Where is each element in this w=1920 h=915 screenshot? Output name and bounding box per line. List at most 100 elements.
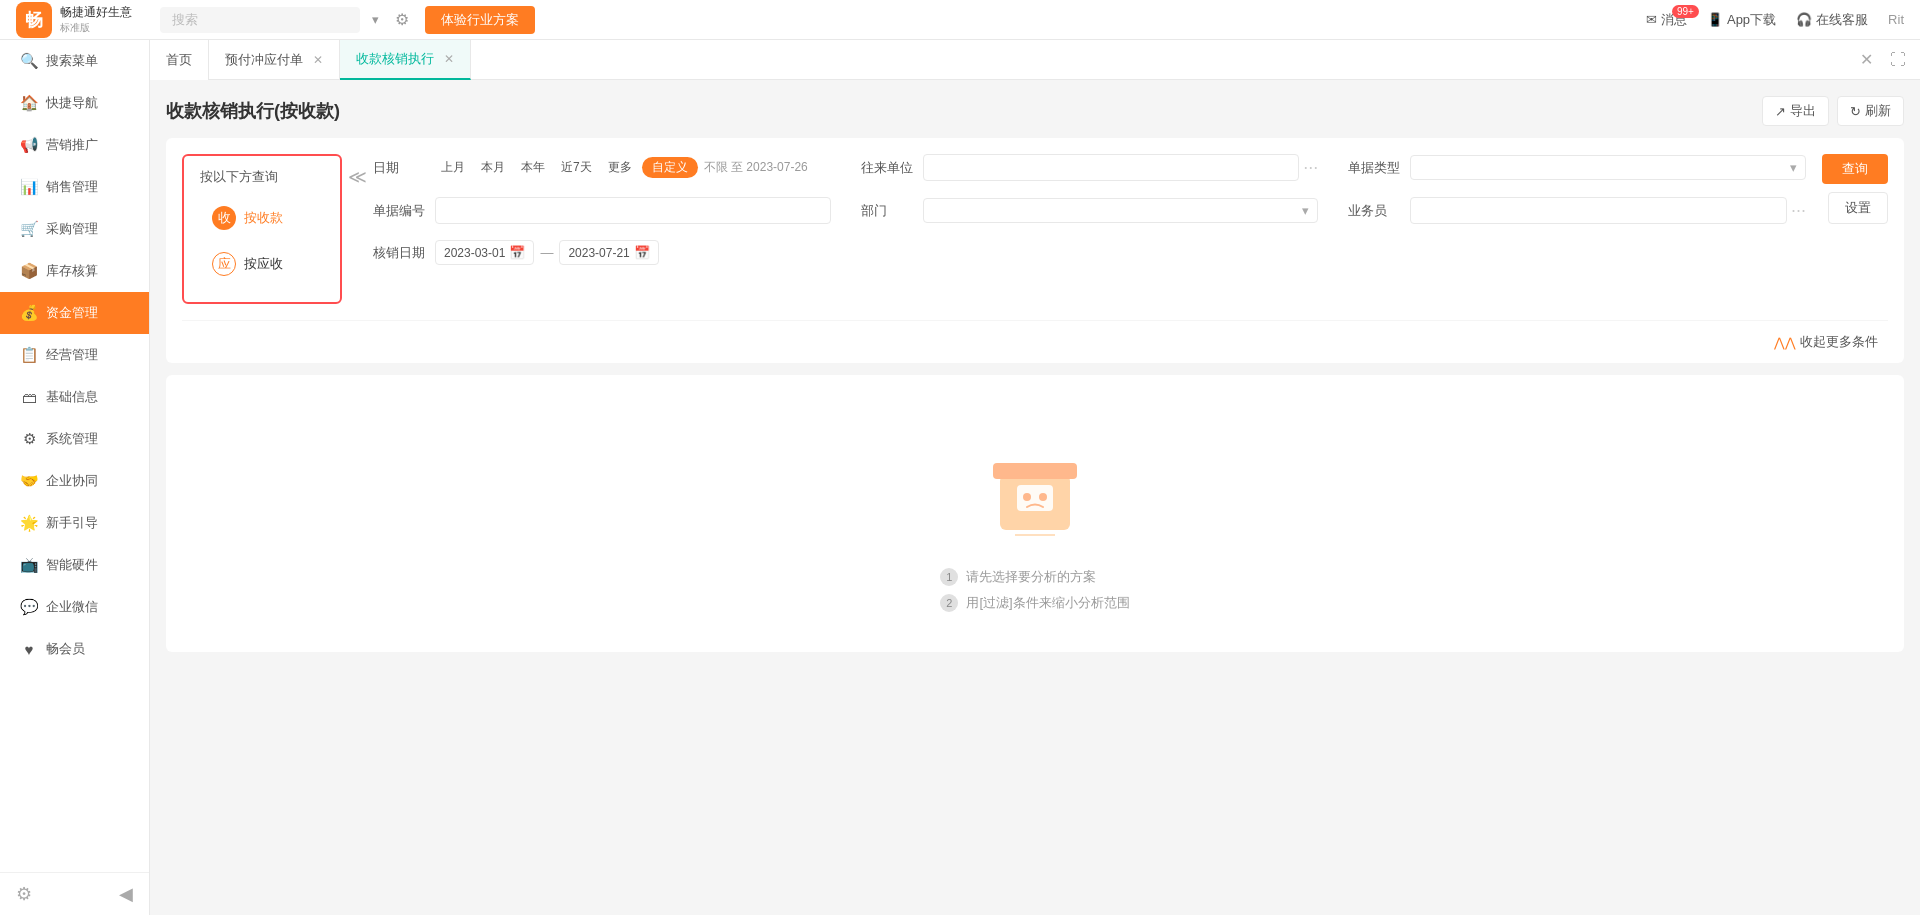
sidebar-item-quick-nav[interactable]: 🏠 快捷导航 bbox=[0, 82, 149, 124]
settings-icon[interactable]: ⚙ bbox=[395, 10, 409, 29]
verify-date-end-box[interactable]: 2023-07-21 📅 bbox=[559, 240, 658, 265]
prepay-tab-close[interactable]: ✕ bbox=[313, 53, 323, 67]
verify-date-start-box[interactable]: 2023-03-01 📅 bbox=[435, 240, 534, 265]
filter-options-panel: 按以下方查询 收 按收款 应 按应收 bbox=[182, 154, 342, 304]
sidebar-item-basic-info[interactable]: 🗃 基础信息 bbox=[0, 376, 149, 418]
sidebar-item-inventory[interactable]: 📦 库存核算 bbox=[0, 250, 149, 292]
counterparty-label: 往来单位 bbox=[861, 159, 913, 177]
counterparty-input[interactable] bbox=[923, 154, 1300, 181]
doc-type-select[interactable]: ▾ bbox=[1410, 155, 1806, 180]
svg-point-4 bbox=[1039, 493, 1047, 501]
solution-button[interactable]: 体验行业方案 bbox=[425, 6, 535, 34]
collapse-more-button[interactable]: ⋀⋀ 收起更多条件 bbox=[1764, 329, 1888, 355]
expand-icon[interactable]: ⛶ bbox=[1884, 46, 1912, 74]
tab-receivables[interactable]: 收款核销执行 ✕ bbox=[340, 40, 471, 80]
refresh-icon: ↻ bbox=[1850, 104, 1861, 119]
search-dropdown-icon[interactable]: ▾ bbox=[372, 12, 379, 27]
salesperson-more-icon[interactable]: ··· bbox=[1791, 200, 1806, 221]
app-download-button[interactable]: 📱 App下载 bbox=[1707, 11, 1776, 29]
sidebar-item-enterprise[interactable]: 🤝 企业协同 bbox=[0, 460, 149, 502]
search-area[interactable]: 搜索 bbox=[160, 7, 360, 33]
date-btn-thisyear[interactable]: 本年 bbox=[515, 157, 551, 178]
sidebar-item-sales[interactable]: 📊 销售管理 bbox=[0, 166, 149, 208]
hint-1-text: 请先选择要分析的方案 bbox=[966, 568, 1096, 586]
date-label: 日期 bbox=[373, 159, 425, 177]
collapse-sidebar-icon[interactable]: ◀ bbox=[119, 883, 133, 905]
date-btn-lastmonth[interactable]: 上月 bbox=[435, 157, 471, 178]
sidebar-item-guide[interactable]: 🌟 新手引导 bbox=[0, 502, 149, 544]
content-area: 首页 预付冲应付单 ✕ 收款核销执行 ✕ ✕ ⛶ 收款核销执行(按收款) bbox=[150, 40, 1920, 915]
verify-date-end-text: 2023-07-21 bbox=[568, 246, 629, 260]
filter-option-by-receivable[interactable]: 应 按应收 bbox=[200, 244, 324, 284]
sales-icon: 📊 bbox=[20, 178, 38, 196]
refresh-button[interactable]: ↻ 刷新 bbox=[1837, 96, 1904, 126]
counterparty-more-icon[interactable]: ··· bbox=[1303, 157, 1318, 178]
sidebar-item-sys-mgmt[interactable]: ⚙ 系统管理 bbox=[0, 418, 149, 460]
doc-type-arrow-icon: ▾ bbox=[1790, 160, 1797, 175]
salesperson-filter-row: 业务员 ··· bbox=[1348, 197, 1806, 224]
sidebar-item-member[interactable]: ♥ 畅会员 bbox=[0, 628, 149, 670]
query-button[interactable]: 查询 bbox=[1822, 154, 1888, 184]
verify-date-start-text: 2023-03-01 bbox=[444, 246, 505, 260]
verify-date-input-row: 2023-03-01 📅 — 2023-07-21 📅 bbox=[435, 240, 659, 265]
basic-info-icon: 🗃 bbox=[20, 389, 38, 406]
verify-date-filter-row: 核销日期 2023-03-01 📅 — 2023-07-21 bbox=[373, 240, 831, 265]
inventory-icon: 📦 bbox=[20, 262, 38, 280]
empty-illustration bbox=[975, 435, 1095, 548]
settings-button[interactable]: 设置 bbox=[1828, 192, 1888, 224]
sidebar-label-search-menu: 搜索菜单 bbox=[46, 52, 98, 70]
date-nolimit-text: 不限 至 2023-07-26 bbox=[704, 159, 808, 176]
sidebar-item-wechat[interactable]: 💬 企业微信 bbox=[0, 586, 149, 628]
filter-grid: 日期 上月 本月 本年 近7天 更多 自定义 不 bbox=[373, 154, 1806, 265]
date-btn-7days[interactable]: 近7天 bbox=[555, 157, 598, 178]
filter-collapse-icon[interactable]: ≪ bbox=[342, 154, 373, 200]
service-icon: 🎧 bbox=[1796, 12, 1812, 27]
sidebar-item-marketing[interactable]: 📢 营销推广 bbox=[0, 124, 149, 166]
sidebar: 🔍 搜索菜单 🏠 快捷导航 📢 营销推广 📊 销售管理 🛒 采购管理 📦 库存核… bbox=[0, 40, 150, 915]
filter-section-title: 按以下方查询 bbox=[200, 168, 324, 186]
sidebar-label-inventory: 库存核算 bbox=[46, 262, 98, 280]
close-all-tabs-icon[interactable]: ✕ bbox=[1852, 46, 1880, 74]
hint-1-num: 1 bbox=[940, 568, 958, 586]
tab-prepay[interactable]: 预付冲应付单 ✕ bbox=[209, 40, 340, 80]
date-btn-custom[interactable]: 自定义 bbox=[642, 157, 698, 178]
calendar-end-icon: 📅 bbox=[634, 245, 650, 260]
filter-option-by-receipt[interactable]: 收 按收款 bbox=[200, 198, 324, 238]
message-button[interactable]: ✉ 消息 99+ bbox=[1646, 11, 1687, 29]
wechat-icon: 💬 bbox=[20, 598, 38, 616]
date-separator: — bbox=[540, 245, 553, 260]
date-btn-thismonth[interactable]: 本月 bbox=[475, 157, 511, 178]
empty-hint-1: 1 请先选择要分析的方案 bbox=[940, 568, 1129, 586]
app-logo: 畅 bbox=[16, 2, 52, 38]
export-button[interactable]: ↗ 导出 bbox=[1762, 96, 1829, 126]
filter-top-section: 按以下方查询 收 按收款 应 按应收 ≪ bbox=[182, 138, 1888, 320]
enterprise-icon: 🤝 bbox=[20, 472, 38, 490]
sidebar-item-search-menu[interactable]: 🔍 搜索菜单 bbox=[0, 40, 149, 82]
guide-icon: 🌟 bbox=[20, 514, 38, 532]
brand-badge: 标准版 bbox=[60, 21, 132, 34]
user-info[interactable]: Rit bbox=[1888, 12, 1904, 27]
sidebar-label-hardware: 智能硬件 bbox=[46, 556, 98, 574]
sidebar-label-quick-nav: 快捷导航 bbox=[46, 94, 98, 112]
gear-bottom-icon[interactable]: ⚙ bbox=[16, 883, 32, 905]
doc-type-label: 单据类型 bbox=[1348, 159, 1400, 177]
salesperson-input[interactable] bbox=[1410, 197, 1787, 224]
dept-select[interactable]: ▾ bbox=[923, 198, 1319, 223]
finance-icon: 💰 bbox=[20, 304, 38, 322]
salesperson-label: 业务员 bbox=[1348, 202, 1400, 220]
sidebar-label-enterprise: 企业协同 bbox=[46, 472, 98, 490]
home-tab-label: 首页 bbox=[166, 51, 192, 69]
sidebar-item-finance[interactable]: 💰 资金管理 bbox=[0, 292, 149, 334]
receivables-tab-close[interactable]: ✕ bbox=[444, 52, 454, 66]
collapse-more-label: 收起更多条件 bbox=[1800, 333, 1878, 351]
date-btn-more[interactable]: 更多 bbox=[602, 157, 638, 178]
sidebar-item-hardware[interactable]: 📺 智能硬件 bbox=[0, 544, 149, 586]
sidebar-item-purchase[interactable]: 🛒 采购管理 bbox=[0, 208, 149, 250]
sidebar-item-ops[interactable]: 📋 经营管理 bbox=[0, 334, 149, 376]
tab-home[interactable]: 首页 bbox=[150, 40, 209, 80]
doc-num-input[interactable] bbox=[435, 197, 831, 224]
online-service-button[interactable]: 🎧 在线客服 bbox=[1796, 11, 1868, 29]
sidebar-label-sys-mgmt: 系统管理 bbox=[46, 430, 98, 448]
page-content: 收款核销执行(按收款) ↗ 导出 ↻ 刷新 bbox=[150, 80, 1920, 915]
purchase-icon: 🛒 bbox=[20, 220, 38, 238]
